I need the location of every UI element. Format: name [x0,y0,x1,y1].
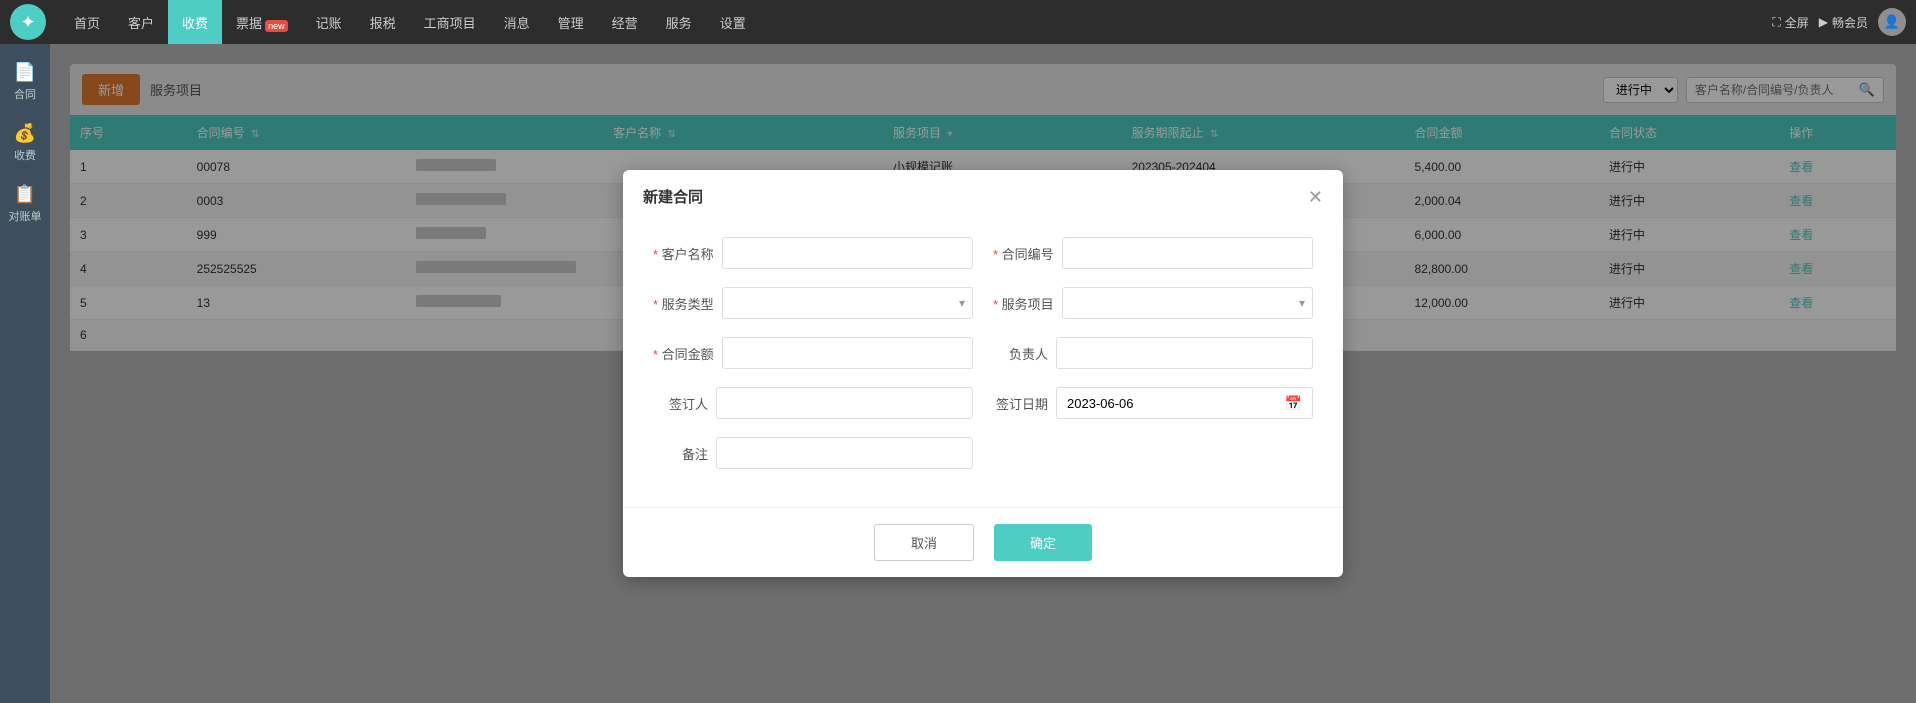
modal-footer: 取消 确定 [623,507,1343,577]
form-row-2: 服务类型 服务项目 [653,287,1313,319]
service-type-select-wrapper [722,287,973,319]
cancel-button[interactable]: 取消 [874,524,974,561]
nav-gongshang[interactable]: 工商项目 [410,0,490,44]
avatar[interactable]: 👤 [1878,8,1906,36]
sign-date-label: 签订日期 [993,394,1048,413]
service-item-label: 服务项目 [993,294,1054,313]
sign-date-input[interactable]: 2023-06-06 📅 [1056,387,1313,419]
form-group-service-type: 服务类型 [653,287,973,319]
nav-piaoju[interactable]: 票据 new [222,0,302,44]
modal-overlay: 新建合同 ✕ 客户名称 合同编号 [50,44,1916,703]
signer-input[interactable] [716,387,973,419]
amount-label: 合同金额 [653,344,714,363]
form-group-client-name: 客户名称 [653,237,973,269]
form-row-4: 签订人 签订日期 2023-06-06 📅 [653,387,1313,419]
main-content: 新增 服务项目 进行中 已完成 已终止 🔍 [50,44,1916,703]
nav-jingying[interactable]: 经营 [598,0,652,44]
remark-label: 备注 [653,444,708,463]
service-type-label: 服务类型 [653,294,714,313]
form-group-responsible: 负责人 [993,337,1313,369]
form-row-3: 合同金额 0.00 负责人 [653,337,1313,369]
contract-icon: 📄 [14,62,36,83]
nav-shoufei[interactable]: 收费 [168,0,222,44]
form-group-amount: 合同金额 0.00 [653,337,973,369]
fullscreen-button[interactable]: ⛶ 全屏 [1772,14,1808,31]
member-button[interactable]: ▶ 畅会员 [1819,14,1868,31]
main-layout: 📄 合同 💰 收费 📋 对账单 新增 服务项目 进行中 已完成 已终止 [0,44,1916,703]
nav-shezhi[interactable]: 设置 [706,0,760,44]
sidebar-item-duizhang[interactable]: 📋 对账单 [2,176,48,232]
sidebar-item-shoufei[interactable]: 💰 收费 [2,115,48,171]
signer-label: 签订人 [653,394,708,413]
form-row-5: 备注 [653,437,1313,469]
responsible-label: 负责人 [993,344,1048,363]
amount-input[interactable]: 0.00 [722,337,973,369]
nav-fuwu[interactable]: 服务 [652,0,706,44]
nav-jzhang[interactable]: 记账 [302,0,356,44]
nav-items: 首页 客户 收费 票据 new 记账 报税 工商项目 消息 管理 经营 服务 设… [60,0,1772,44]
sign-date-value: 2023-06-06 [1067,396,1134,411]
client-name-label: 客户名称 [653,244,714,263]
new-contract-modal: 新建合同 ✕ 客户名称 合同编号 [623,170,1343,577]
nav-guanli[interactable]: 管理 [544,0,598,44]
nav-client[interactable]: 客户 [114,0,168,44]
nav-home[interactable]: 首页 [60,0,114,44]
form-group-signer: 签订人 [653,387,973,419]
form-group-contract-no: 合同编号 [993,237,1313,269]
fullscreen-icon: ⛶ [1772,15,1780,30]
contract-no-label: 合同编号 [993,244,1054,263]
remark-input[interactable] [716,437,973,469]
modal-header: 新建合同 ✕ [623,170,1343,217]
nav-right: ⛶ 全屏 ▶ 畅会员 👤 [1772,8,1906,36]
app-logo: ✦ [10,4,46,40]
top-nav: ✦ 首页 客户 收费 票据 new 记账 报税 工商项目 消息 管理 经营 服务… [0,0,1916,44]
contract-no-input[interactable] [1062,237,1313,269]
member-icon: ▶ [1819,15,1828,29]
form-row-1: 客户名称 合同编号 [653,237,1313,269]
client-name-input[interactable] [722,237,973,269]
service-type-select[interactable] [722,287,973,319]
statement-icon: 📋 [14,184,36,205]
form-group-remark: 备注 [653,437,973,469]
modal-close-button[interactable]: ✕ [1308,188,1323,206]
calendar-icon: 📅 [1285,395,1302,412]
sidebar: 📄 合同 💰 收费 📋 对账单 [0,44,50,703]
modal-body: 客户名称 合同编号 服务类型 [623,217,1343,507]
confirm-button[interactable]: 确定 [994,524,1092,561]
service-item-select[interactable] [1062,287,1313,319]
form-group-service-item: 服务项目 [993,287,1313,319]
nav-xiaxi[interactable]: 消息 [490,0,544,44]
sidebar-label-hetong: 合同 [14,86,36,102]
modal-title: 新建合同 [643,186,703,207]
responsible-input[interactable] [1056,337,1313,369]
nav-baoshui[interactable]: 报税 [356,0,410,44]
sidebar-label-shoufei: 收费 [14,147,36,163]
fee-icon: 💰 [14,123,36,144]
service-item-select-wrapper [1062,287,1313,319]
sidebar-item-hetong[interactable]: 📄 合同 [2,54,48,110]
sidebar-label-duizhang: 对账单 [9,208,42,224]
form-group-sign-date: 签订日期 2023-06-06 📅 [993,387,1313,419]
new-badge: new [265,20,288,32]
